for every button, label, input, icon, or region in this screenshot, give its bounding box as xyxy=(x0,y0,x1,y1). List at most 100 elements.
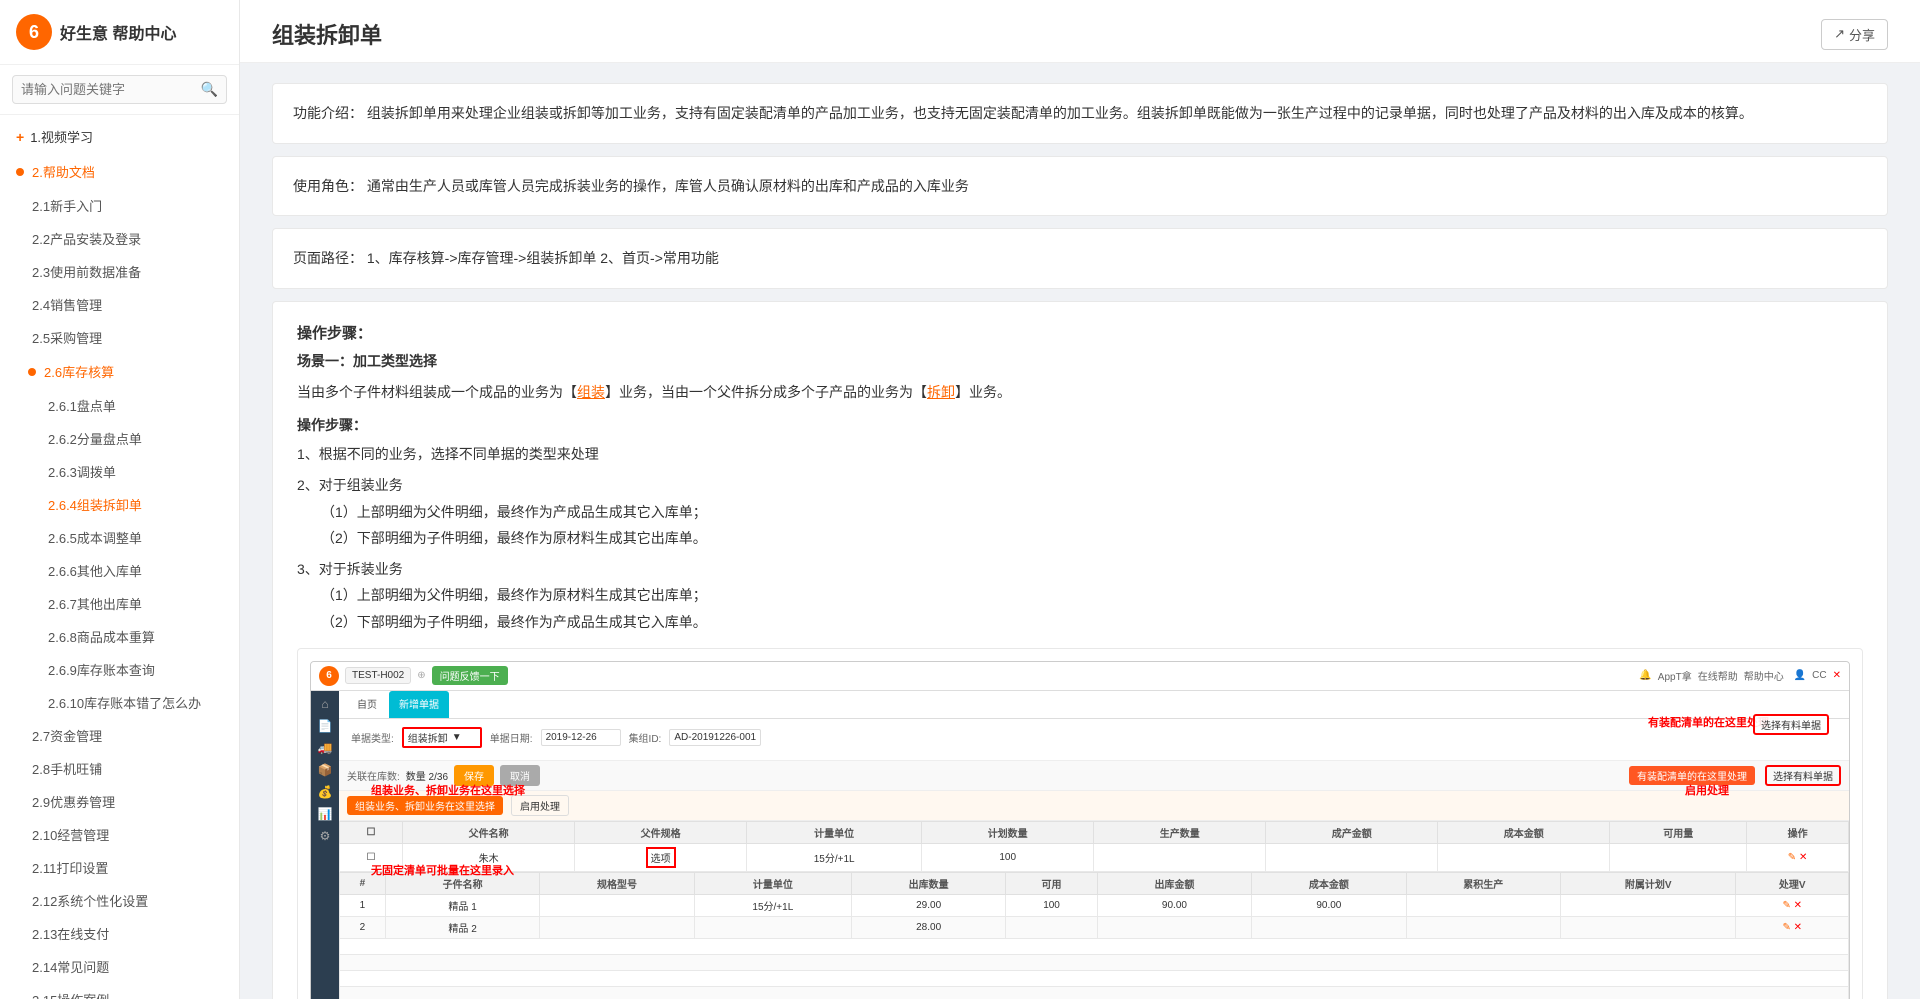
cell-check[interactable]: ☐ xyxy=(340,843,403,871)
col-child-name: 子件名称 xyxy=(385,872,539,894)
delete-icon[interactable]: ✕ xyxy=(1799,852,1807,863)
dot-icon xyxy=(16,168,24,176)
col-child-handle: 处理V xyxy=(1736,872,1849,894)
parent-table-header-row: ☐ 父件名称 父件规格 计量单位 计划数量 生产数量 成产金额 成本金额 xyxy=(340,821,1849,843)
child-cum-1 xyxy=(1406,894,1560,916)
parent-table-body: ☐ 朱木 选项 15分/+1L 100 xyxy=(340,843,1849,871)
sidebar-item-coupon[interactable]: 2.9优惠券管理 xyxy=(0,785,239,818)
cell-ops[interactable]: ✎ ✕ xyxy=(1747,843,1849,871)
col-ops: 操作 xyxy=(1747,821,1849,843)
dropdown-icon: ▼ xyxy=(452,732,462,743)
page-title: 组装拆卸单 xyxy=(272,18,382,50)
app-selector: TEST-H002 xyxy=(345,667,411,684)
sidebar-item-otherin[interactable]: 2.6.6其他入库单 xyxy=(0,554,239,587)
nav-cash-icon: 💰 xyxy=(318,785,333,799)
type-select[interactable]: 组装拆卸 ▼ xyxy=(402,727,482,748)
date-value[interactable]: 2019-12-26 xyxy=(541,729,621,746)
app-left-nav: ⌂ 📄 🚚 📦 💰 📊 ⚙ xyxy=(311,691,339,999)
handle-del-icon[interactable]: ✕ xyxy=(1794,900,1802,911)
sidebar-item-video[interactable]: + 1.视频学习 xyxy=(0,119,239,154)
share-label: 分享 xyxy=(1849,25,1875,44)
child-handle-1[interactable]: ✎ ✕ xyxy=(1736,894,1849,916)
sidebar-item-stockcheck[interactable]: 2.6.9库存账本查询 xyxy=(0,653,239,686)
intro-card: 功能介绍： 组装拆卸单用来处理企业组装或拆卸等加工业务，支持有固定装配清单的产品… xyxy=(272,83,1888,144)
ops-label: 操作步骤： xyxy=(297,322,1863,343)
save-btn[interactable]: 保存 xyxy=(454,765,494,786)
handle-edit-icon[interactable]: ✎ xyxy=(1782,900,1790,911)
type-btn-overlay[interactable]: 有装配清单的在这里处理 xyxy=(1629,766,1755,785)
app-tab-new[interactable]: 新增单据 xyxy=(389,691,449,718)
close-icon[interactable]: ✕ xyxy=(1833,670,1841,681)
user-label: CC xyxy=(1812,670,1826,681)
app-nav-tabs: 自页 新增单据 xyxy=(339,691,1849,719)
col-child-avail: 可用 xyxy=(1006,872,1097,894)
sidebar-item-personalize[interactable]: 2.12系统个性化设置 xyxy=(0,884,239,917)
col-unit: 计量单位 xyxy=(747,821,922,843)
app-icon: AppT拿 xyxy=(1658,668,1692,683)
sidebar-item-purchase[interactable]: 2.5采购管理 xyxy=(0,321,239,354)
select-bom-btn[interactable]: 选择有料单据 xyxy=(1765,765,1841,786)
app-tab-home[interactable]: 自页 xyxy=(347,691,387,718)
disassemble-keyword: 拆卸 xyxy=(927,384,955,400)
content-body: 功能介绍： 组装拆卸单用来处理企业组装或拆卸等加工业务，支持有固定装配清单的产品… xyxy=(240,63,1920,999)
type-value: 组装拆卸 xyxy=(408,730,448,745)
sidebar-item-faq[interactable]: 2.14常见问题 xyxy=(0,950,239,983)
nav-home-icon: ⌂ xyxy=(321,697,328,711)
child-table-header-row: # 子件名称 规格型号 计量单位 出库数量 可用 出库金额 成本金额 xyxy=(340,872,1849,894)
sidebar-item-adjust[interactable]: 2.6.3调拨单 xyxy=(0,455,239,488)
steps-title: 操作步骤： xyxy=(297,415,1863,435)
sidebar-item-sales[interactable]: 2.4销售管理 xyxy=(0,288,239,321)
feedback-btn[interactable]: 问题反馈一下 xyxy=(432,666,508,685)
sidebar-item-case[interactable]: 2.15操作案例 xyxy=(0,983,239,999)
col-num: # xyxy=(340,872,386,894)
sidebar-item-print[interactable]: 2.11打印设置 xyxy=(0,851,239,884)
sidebar-item-newcomer[interactable]: 2.1新手入门 xyxy=(0,189,239,222)
logo-area: 6 好生意 帮助中心 xyxy=(0,0,239,65)
col-child-cum-prod: 累积生产 xyxy=(1406,872,1560,894)
path-text: 1、库存核算->库存管理->组装拆卸单 2、首页->常用功能 xyxy=(367,250,719,266)
child-cost-2 xyxy=(1252,916,1406,938)
sidebar-item-help[interactable]: 2.帮助文档 xyxy=(0,154,239,189)
step2-2: （2）下部明细为子件明细，最终作为原材料生成其它出库单。 xyxy=(297,525,1863,552)
sidebar-item-goodscost[interactable]: 2.6.8商品成本重算 xyxy=(0,620,239,653)
app-screenshot: 6 TEST-H002 ⊕ 问题反馈一下 🔔 AppT拿 在线帮助 帮助中心 👤… xyxy=(310,661,1850,999)
search-box[interactable]: 🔍 xyxy=(12,75,227,104)
table-row xyxy=(340,986,1849,999)
assembly-type-btn[interactable]: 组装业务、拆卸业务在这里选择 xyxy=(347,796,503,815)
sidebar-item-stockerror[interactable]: 2.6.10库存账本错了怎么办 xyxy=(0,686,239,719)
enable-btn[interactable]: 启用处理 xyxy=(511,795,569,816)
sidebar-item-payment[interactable]: 2.13在线支付 xyxy=(0,917,239,950)
sidebar-item-assembly[interactable]: 2.6.4组装拆卸单 xyxy=(0,488,239,521)
version-icon: ⊕ xyxy=(417,670,425,681)
nav-truck-icon: 🚚 xyxy=(318,741,333,755)
table-row xyxy=(340,970,1849,986)
sidebar-item-install[interactable]: 2.2产品安装及登录 xyxy=(0,222,239,255)
child-plan-1 xyxy=(1561,894,1736,916)
col-prod-amt: 成产金额 xyxy=(1266,821,1438,843)
share-button[interactable]: ↗ 分享 xyxy=(1821,19,1888,50)
sidebar-item-stocktake[interactable]: 2.6.1盘点单 xyxy=(0,389,239,422)
sidebar-item-otherout[interactable]: 2.6.7其他出库单 xyxy=(0,587,239,620)
table-row xyxy=(340,938,1849,954)
sidebar-item-data[interactable]: 2.3使用前数据准备 xyxy=(0,255,239,288)
step3: 3、对于拆装业务 xyxy=(297,556,1863,583)
sidebar-item-partition[interactable]: 2.6.2分量盘点单 xyxy=(0,422,239,455)
cancel-btn[interactable]: 取消 xyxy=(500,765,540,786)
search-area: 🔍 xyxy=(0,65,239,115)
sidebar-item-finance[interactable]: 2.7资金管理 xyxy=(0,719,239,752)
child-handle-2[interactable]: ✎ ✕ xyxy=(1736,916,1849,938)
sidebar-item-operation[interactable]: 2.10经营管理 xyxy=(0,818,239,851)
edit-icon[interactable]: ✎ xyxy=(1788,852,1796,863)
search-input[interactable] xyxy=(21,82,201,97)
sidebar-item-cost[interactable]: 2.6.5成本调整单 xyxy=(0,521,239,554)
step2-1: （1）上部明细为父件明细，最终作为产成品生成其它入库单； xyxy=(297,499,1863,526)
search-icon[interactable]: 🔍 xyxy=(201,81,218,98)
handle-edit-icon-2[interactable]: ✎ xyxy=(1782,922,1790,933)
sidebar-item-mobile[interactable]: 2.8手机旺铺 xyxy=(0,752,239,785)
step2: 2、对于组装业务 xyxy=(297,472,1863,499)
handle-del-icon-2[interactable]: ✕ xyxy=(1794,922,1802,933)
child-spec-2 xyxy=(540,916,694,938)
col-child-unit: 计量单位 xyxy=(694,872,851,894)
sidebar-item-inventory[interactable]: 2.6库存核算 xyxy=(0,354,239,389)
col-child-cost: 成本金额 xyxy=(1252,872,1406,894)
